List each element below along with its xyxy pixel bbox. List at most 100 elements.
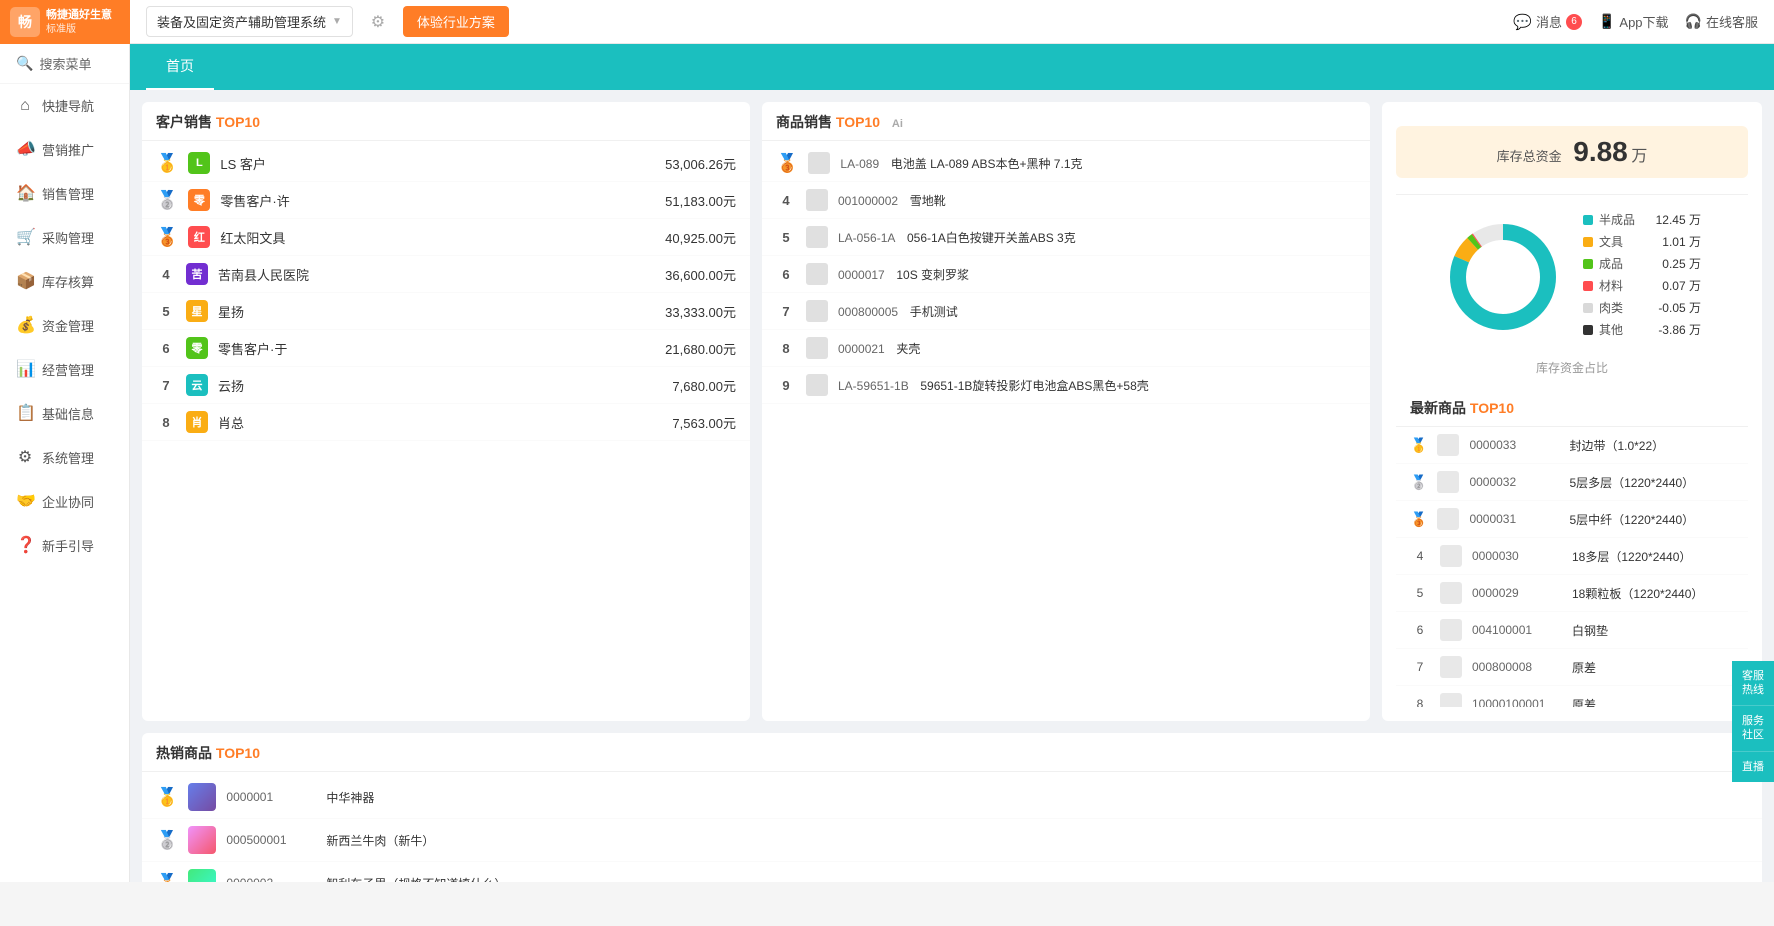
product-icon (1440, 656, 1462, 678)
megaphone-icon: 📣 (16, 139, 34, 159)
rank-badge-8: 肖 (186, 411, 208, 433)
settings-btn[interactable]: ⚙ (363, 7, 393, 37)
customer-top10-panel: 客户销售 TOP10 🥇 L LS 客户 53,006.26元 🥈 零 零售客户… (142, 102, 750, 721)
product-icon (1440, 693, 1462, 707)
trial-button[interactable]: 体验行业方案 (403, 6, 509, 37)
inventory-donut-chart (1443, 217, 1563, 337)
box-icon: 📦 (16, 271, 34, 291)
list-item: 6 004100001 白钢垫 (1396, 612, 1748, 649)
product-thumb (806, 263, 828, 285)
product-icon (1440, 545, 1462, 567)
logo-icon: 畅 (10, 7, 40, 37)
sidebar-item-sys-mgmt[interactable]: ⚙ 系统管理 (0, 435, 129, 479)
rank-badge-2: 零 (188, 189, 210, 211)
list-item: 🥉 0000002 智利车子里（规格不知道填什么） (142, 862, 1762, 882)
tab-home[interactable]: 首页 (146, 44, 214, 90)
rank-num-6: 6 (156, 341, 176, 356)
legend-item-other: 其他 -3.86 万 (1583, 321, 1701, 338)
sidebar-item-sales[interactable]: 🏠 销售管理 (0, 171, 129, 215)
headset-icon: 🎧 (1685, 13, 1702, 30)
inventory-total: 库存总资金 9.88 万 (1396, 116, 1748, 195)
sidebar-item-inventory[interactable]: 📦 库存核算 (0, 259, 129, 303)
new-products-list: 🥇 0000033 封边带（1.0*22） 🥈 0000032 5层多层（122… (1396, 427, 1748, 707)
legend-item-meat: 肉类 -0.05 万 (1583, 299, 1701, 316)
sidebar: 🔍 搜索菜单 ⌂ 快捷导航 📣 营销推广 🏠 销售管理 🛒 采购管理 📦 库存核… (0, 44, 130, 882)
app-download-btn[interactable]: 📱 App下载 (1598, 12, 1669, 31)
rank-num-8: 8 (156, 415, 176, 430)
product-rank-list: 🥉 LA-089 电池盖 LA-089 ABS本色+黑种 7.1克 4 0010… (762, 141, 1370, 408)
sidebar-item-search-menu[interactable]: 🔍 搜索菜单 (0, 44, 129, 84)
new-products-title: 最新商品 TOP10 (1396, 388, 1748, 427)
search-icon: 🔍 (16, 55, 33, 72)
cart-icon: 🛒 (16, 227, 34, 247)
sidebar-item-quick-nav[interactable]: ⌂ 快捷导航 (0, 84, 129, 127)
system-selector[interactable]: 装备及固定资产辅助管理系统 ▼ (146, 6, 353, 37)
rank-num-7: 7 (156, 378, 176, 393)
list-item: 4 0000030 18多层（1220*2440） (1396, 538, 1748, 575)
bottom-area: 热销商品 TOP10 🥇 0000001 中华神器 🥈 000500001 新西… (130, 733, 1774, 882)
service-community-btn[interactable]: 服务社区 (1732, 706, 1774, 752)
medal-icon: 🥇 (156, 787, 178, 808)
product-thumb (806, 374, 828, 396)
live-broadcast-btn[interactable]: 直播 (1732, 752, 1774, 782)
page-nav: 首页 (130, 44, 1774, 90)
rank-badge-1: L (188, 152, 210, 174)
rank-badge-6: 零 (186, 337, 208, 359)
product-thumb (806, 226, 828, 248)
sidebar-item-new-guide[interactable]: ❓ 新手引导 (0, 523, 129, 567)
online-service-btn[interactable]: 🎧 在线客服 (1685, 12, 1758, 31)
message-badge: 6 (1566, 14, 1582, 30)
house-icon: 🏠 (16, 183, 34, 203)
top-header: 装备及固定资产辅助管理系统 ▼ ⚙ 体验行业方案 💬 消息 6 📱 App下载 … (0, 0, 1774, 44)
medal-icon: 🥉 (156, 227, 178, 248)
money-icon: 💰 (16, 315, 34, 335)
product-thumb (806, 337, 828, 359)
inventory-legend: 半成品 12.45 万 文具 1.01 万 成品 0.25 万 (1583, 211, 1701, 343)
sidebar-item-finance[interactable]: 💰 资金管理 (0, 303, 129, 347)
rank-badge-4: 苦 (186, 263, 208, 285)
product-sales-panel: 商品销售 TOP10 Ai 🥉 LA-089 电池盖 LA-089 ABS本色+… (762, 102, 1370, 721)
medal-icon: 🥉 (1410, 511, 1427, 528)
list-item: 🥇 0000033 封边带（1.0*22） (1396, 427, 1748, 464)
list-item: 🥈 0000032 5层多层（1220*2440） (1396, 464, 1748, 501)
medal-icon: 🥉 (156, 873, 178, 883)
sidebar-item-purchase[interactable]: 🛒 采购管理 (0, 215, 129, 259)
legend-item-stationery: 文具 1.01 万 (1583, 233, 1701, 250)
sidebar-item-base-info[interactable]: 📋 基础信息 (0, 391, 129, 435)
table-row: 4 001000002 雪地靴 (762, 182, 1370, 219)
product-icon (1440, 582, 1462, 604)
chevron-down-icon: ▼ (332, 16, 342, 27)
hot-products-title: 热销商品 TOP10 (142, 733, 1762, 772)
sidebar-item-marketing[interactable]: 📣 营销推广 (0, 127, 129, 171)
home-icon: ⌂ (16, 97, 34, 115)
customer-service-btn[interactable]: 客服热线 (1732, 661, 1774, 707)
rank-num-5: 5 (156, 304, 176, 319)
product-thumb (806, 189, 828, 211)
gear-icon: ⚙ (16, 447, 34, 467)
list-item: 🥇 0000001 中华神器 (142, 776, 1762, 819)
table-row: 8 肖 肖总 7,563.00元 (142, 404, 750, 441)
table-row: 6 0000017 10S 变刺罗浆 (762, 256, 1370, 293)
table-row: 9 LA-59651-1B 59651-1B旋转投影灯电池盒ABS黑色+58壳 (762, 367, 1370, 404)
hot-products-panel: 热销商品 TOP10 🥇 0000001 中华神器 🥈 000500001 新西… (142, 733, 1762, 882)
clipboard-icon: 📋 (16, 403, 34, 423)
medal-icon: 🥇 (1410, 437, 1427, 454)
rank-badge-5: 星 (186, 300, 208, 322)
list-item: 🥉 0000031 5层中纤（1220*2440） (1396, 501, 1748, 538)
product-img-2 (188, 826, 216, 854)
table-row: 🥈 零 零售客户·许 51,183.00元 (142, 182, 750, 219)
phone-icon: 📱 (1598, 13, 1615, 30)
message-icon: 💬 (1513, 13, 1532, 31)
sidebar-item-operations[interactable]: 📊 经营管理 (0, 347, 129, 391)
question-icon: ❓ (16, 535, 34, 555)
message-btn[interactable]: 💬 消息 6 (1513, 12, 1582, 31)
hot-products-list: 🥇 0000001 中华神器 🥈 000500001 新西兰牛肉（新牛） 🥉 0… (142, 772, 1762, 882)
medal-icon: 🥈 (1410, 474, 1427, 491)
list-item: 🥈 000500001 新西兰牛肉（新牛） (142, 819, 1762, 862)
product-img-3 (188, 869, 216, 882)
legend-item-material: 材料 0.07 万 (1583, 277, 1701, 294)
logo-area: 畅 畅捷通好生意 标准版 (0, 0, 130, 44)
product-img-1 (188, 783, 216, 811)
medal-icon: 🥉 (776, 153, 798, 174)
sidebar-item-corp-collab[interactable]: 🤝 企业协同 (0, 479, 129, 523)
